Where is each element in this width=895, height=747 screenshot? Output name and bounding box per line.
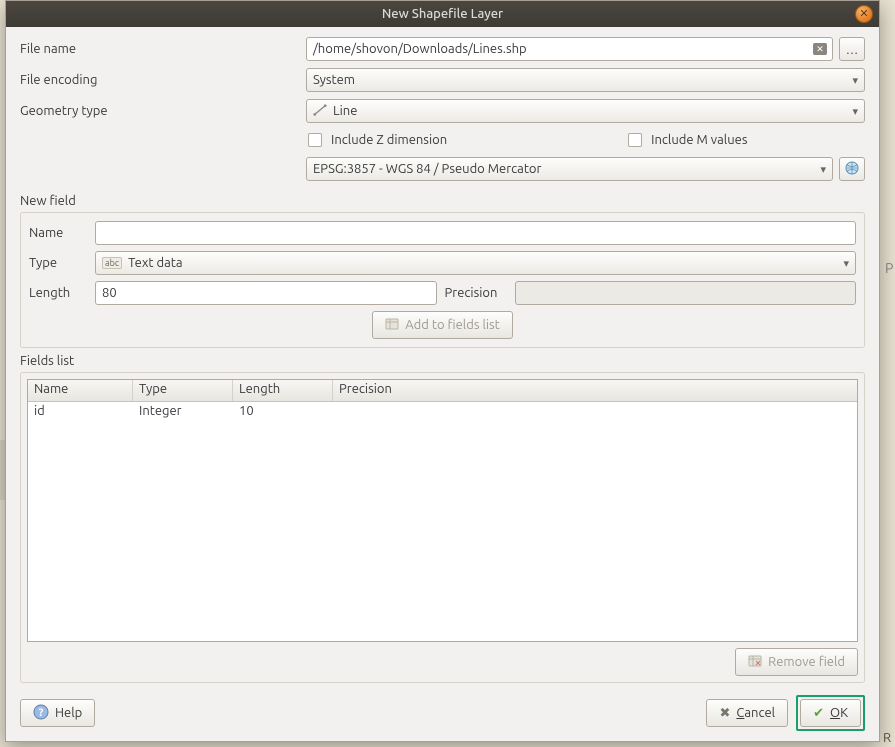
clear-text-icon[interactable]: ✕ — [813, 43, 827, 55]
crs-value: EPSG:3857 - WGS 84 / Pseudo Mercator — [313, 162, 541, 176]
text-type-icon: abc — [102, 257, 122, 269]
fields-table[interactable]: Name Type Length Precision id Integer 10 — [27, 379, 858, 642]
section-title-fields-list: Fields list — [20, 354, 865, 368]
ok-icon: ✔ — [813, 706, 824, 721]
ok-button[interactable]: ✔ OK — [800, 699, 861, 727]
row-add-field-button: Add to fields list — [29, 311, 856, 339]
label-file-encoding: File encoding — [20, 73, 300, 87]
dialog-footer: ? Help ✖ Cancel ✔ OK — [20, 683, 865, 731]
remove-field-button[interactable]: Remove field — [735, 648, 858, 676]
row-crs: EPSG:3857 - WGS 84 / Pseudo Mercator ▾ — [20, 157, 865, 181]
crs-select[interactable]: EPSG:3857 - WGS 84 / Pseudo Mercator ▾ — [306, 157, 833, 181]
globe-icon — [844, 160, 860, 179]
window-close-button[interactable]: ✕ — [855, 5, 873, 23]
col-header-type[interactable]: Type — [133, 380, 233, 401]
dialog-new-shapefile-layer: New Shapefile Layer ✕ File name ✕ … File… — [5, 0, 880, 742]
cancel-icon: ✖ — [719, 706, 730, 721]
titlebar: New Shapefile Layer ✕ — [6, 1, 879, 27]
window-title: New Shapefile Layer — [382, 7, 503, 21]
row-file-encoding: File encoding System ▾ — [20, 68, 865, 92]
line-geometry-icon — [313, 103, 327, 120]
row-zm-options: Include Z dimension Include M values — [20, 130, 865, 150]
chevron-down-icon: ▾ — [843, 257, 849, 270]
include-m-checkbox[interactable] — [628, 133, 642, 147]
new-field-type-select[interactable]: abc Text data ▾ — [95, 251, 856, 275]
new-field-length-input[interactable] — [95, 281, 437, 305]
label-precision: Precision — [445, 286, 507, 300]
new-field-group: Name Type abc Text data ▾ Length Precisi… — [20, 212, 865, 348]
help-button[interactable]: ? Help — [20, 699, 95, 727]
help-label: Help — [55, 706, 82, 720]
cell-name: id — [28, 402, 133, 422]
col-header-length[interactable]: Length — [233, 380, 333, 401]
table-row[interactable]: id Integer 10 — [28, 402, 857, 422]
help-icon: ? — [33, 704, 49, 723]
row-new-field-type: Type abc Text data ▾ — [29, 251, 856, 275]
ellipsis-icon: … — [846, 42, 859, 57]
new-field-precision-input — [515, 281, 857, 305]
cancel-button[interactable]: ✖ Cancel — [706, 699, 788, 727]
close-icon: ✕ — [859, 9, 868, 20]
section-title-new-field: New field — [20, 194, 865, 208]
new-field-type-value: Text data — [128, 256, 182, 270]
chevron-down-icon: ▾ — [820, 163, 826, 176]
cell-precision — [333, 402, 857, 422]
row-file-name: File name ✕ … — [20, 37, 865, 61]
label-type: Type — [29, 256, 87, 270]
fields-table-body: id Integer 10 — [28, 402, 857, 641]
file-encoding-select[interactable]: System ▾ — [306, 68, 865, 92]
add-to-fields-label: Add to fields list — [405, 318, 500, 332]
remove-field-icon — [748, 654, 762, 671]
include-z-checkbox[interactable] — [308, 133, 322, 147]
ok-label: OK — [830, 706, 848, 720]
label-include-z: Include Z dimension — [331, 133, 447, 147]
col-header-precision[interactable]: Precision — [333, 380, 857, 401]
row-geometry-type: Geometry type Line ▾ — [20, 99, 865, 123]
fields-table-header: Name Type Length Precision — [28, 380, 857, 402]
file-name-input[interactable] — [306, 37, 833, 61]
svg-text:?: ? — [39, 707, 44, 719]
ok-button-highlight: ✔ OK — [796, 695, 865, 731]
col-header-name[interactable]: Name — [28, 380, 133, 401]
label-length: Length — [29, 286, 87, 300]
geometry-type-value: Line — [333, 104, 357, 118]
cell-length: 10 — [233, 402, 333, 422]
new-field-name-input[interactable] — [95, 221, 856, 245]
add-field-icon — [385, 317, 399, 334]
crs-picker-button[interactable] — [839, 157, 865, 181]
label-geometry-type: Geometry type — [20, 104, 300, 118]
chevron-down-icon: ▾ — [852, 105, 858, 118]
cancel-label: Cancel — [736, 706, 775, 720]
remove-field-label: Remove field — [768, 655, 845, 669]
label-file-name: File name — [20, 42, 300, 56]
browse-file-button[interactable]: … — [839, 37, 865, 61]
row-new-field-name: Name — [29, 221, 856, 245]
geometry-type-select[interactable]: Line ▾ — [306, 99, 865, 123]
dialog-body: File name ✕ … File encoding System ▾ Geo… — [6, 27, 879, 741]
label-name: Name — [29, 226, 87, 240]
cell-type: Integer — [133, 402, 233, 422]
row-new-field-length-precision: Length Precision — [29, 281, 856, 305]
row-remove-field: Remove field — [27, 648, 858, 676]
label-include-m: Include M values — [651, 133, 747, 147]
fields-list-group: Name Type Length Precision id Integer 10 — [20, 372, 865, 683]
chevron-down-icon: ▾ — [852, 74, 858, 87]
file-encoding-value: System — [313, 73, 355, 87]
add-to-fields-button[interactable]: Add to fields list — [372, 311, 513, 339]
